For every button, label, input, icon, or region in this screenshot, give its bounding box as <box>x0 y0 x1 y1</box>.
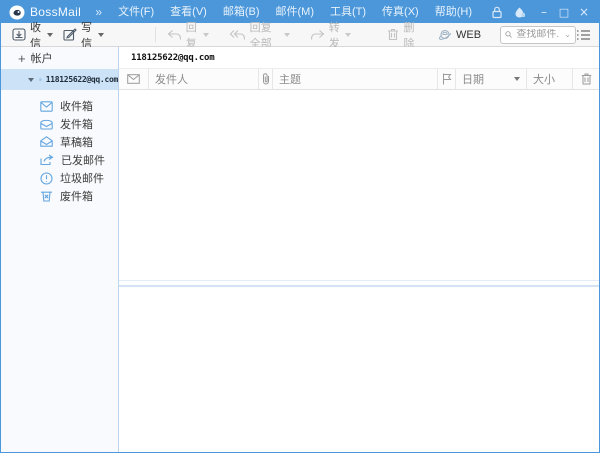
sort-caret-icon <box>514 77 520 81</box>
folder-label: 草稿箱 <box>60 134 93 150</box>
column-date[interactable]: 日期 <box>456 69 527 89</box>
column-read-status[interactable] <box>119 69 149 89</box>
current-account-bar: 118125622@qq.com <box>119 47 599 69</box>
search-input[interactable] <box>516 29 560 40</box>
bossmail-window: BossMail » 文件(F) 查看(V) 邮箱(B) 邮件(M) 工具(T)… <box>0 0 600 453</box>
message-list-header: 发件人 主题 日期 <box>119 69 599 90</box>
main-panel: 118125622@qq.com 发件人 <box>119 47 599 452</box>
pane-splitter[interactable] <box>119 280 599 287</box>
compose-dropdown-caret[interactable] <box>98 33 104 37</box>
receive-icon <box>12 28 26 41</box>
trash-column-icon <box>581 73 592 85</box>
message-list <box>119 90 599 280</box>
account-email: 118125622@qq.com <box>46 75 118 84</box>
compose-mail-button[interactable]: 写信 <box>58 24 109 46</box>
column-size[interactable]: 大小 <box>527 69 573 89</box>
forward-dropdown-caret[interactable] <box>345 33 351 37</box>
folder-label: 垃圾邮件 <box>60 170 104 186</box>
trash-mail-icon <box>40 190 53 202</box>
flag-icon <box>442 73 452 85</box>
sidebar-item-outbox[interactable]: 发件箱 <box>1 115 118 133</box>
column-attachment[interactable] <box>259 69 273 89</box>
message-preview-pane <box>119 287 599 452</box>
column-delete[interactable] <box>573 69 599 89</box>
accounts-header-label: 帐户 <box>31 50 53 66</box>
sidebar-item-sent[interactable]: 已发邮件 <box>1 151 118 169</box>
account-expand-chevron[interactable] <box>28 78 34 82</box>
forward-label: 转发 <box>329 19 341 51</box>
search-icon <box>505 29 512 40</box>
web-icon <box>438 28 452 41</box>
reply-label: 回复 <box>186 19 198 51</box>
receive-label: 收信 <box>30 19 42 51</box>
search-mail-box[interactable]: ⌄ <box>500 26 576 44</box>
lock-icon[interactable] <box>486 1 508 23</box>
sidebar-item-trash[interactable]: 废件箱 <box>1 187 118 205</box>
column-flag[interactable] <box>438 69 456 89</box>
menu-file[interactable]: 文件(F) <box>110 1 162 23</box>
compose-icon <box>63 28 77 41</box>
receive-dropdown-caret[interactable] <box>47 33 53 37</box>
reply-all-label: 回复全部 <box>250 19 279 51</box>
column-date-label: 日期 <box>462 71 484 87</box>
junk-mail-icon <box>40 172 53 185</box>
reply-dropdown-caret[interactable] <box>203 33 209 37</box>
folder-label: 废件箱 <box>60 188 93 204</box>
sidebar-item-inbox[interactable]: 收件箱 <box>1 97 118 115</box>
compose-label: 写信 <box>81 19 93 51</box>
app-title: BossMail <box>30 5 81 19</box>
search-options-chevron[interactable]: ⌄ <box>564 31 571 39</box>
maximize-button[interactable]: □ <box>554 1 574 23</box>
folder-list: 收件箱 发件箱 草稿箱 <box>1 97 118 205</box>
webmail-button[interactable]: WEB <box>433 24 486 46</box>
reply-all-icon <box>229 29 246 41</box>
forward-icon <box>310 29 325 41</box>
folder-label: 收件箱 <box>60 98 93 114</box>
menu-bar: » 文件(F) 查看(V) 邮箱(B) 邮件(M) 工具(T) 传真(X) 帮助… <box>87 1 480 23</box>
delete-icon <box>387 28 399 41</box>
column-sender[interactable]: 发件人 <box>149 69 259 89</box>
toolbar-separator <box>155 27 156 42</box>
view-options-button[interactable] <box>576 29 591 41</box>
minimize-button[interactable]: – <box>534 1 554 23</box>
column-sender-label: 发件人 <box>155 71 188 87</box>
menu-overflow-chevron[interactable]: » <box>87 5 110 19</box>
add-account-icon[interactable]: + <box>18 52 26 65</box>
bossmail-logo-icon <box>9 5 25 20</box>
theme-icon[interactable] <box>508 1 530 23</box>
forward-button[interactable]: 转发 <box>305 24 357 46</box>
menu-fax[interactable]: 传真(X) <box>374 1 427 23</box>
delete-label: 删除 <box>403 19 418 51</box>
folder-label: 已发邮件 <box>61 152 105 168</box>
receive-mail-button[interactable]: 收信 <box>7 24 58 46</box>
reply-button[interactable]: 回复 <box>162 24 214 46</box>
close-button[interactable]: × <box>574 1 594 23</box>
reply-all-button[interactable]: 回复全部 <box>224 24 295 46</box>
view-options-icon <box>576 29 591 41</box>
column-subject[interactable]: 主题 <box>273 69 438 89</box>
sent-mail-icon <box>40 154 54 166</box>
envelope-icon <box>127 74 140 84</box>
reply-icon <box>167 29 182 41</box>
delete-button[interactable]: 删除 <box>382 24 423 46</box>
inbox-mail-icon <box>40 101 53 112</box>
sidebar: + 帐户 118125622@qq.com 收件箱 <box>1 47 119 452</box>
sidebar-account-row[interactable]: 118125622@qq.com <box>1 69 118 90</box>
draft-mail-icon <box>40 136 53 148</box>
toolbar: 收信 写信 回复 回复全部 <box>1 23 599 47</box>
current-account-email: 118125622@qq.com <box>131 53 215 63</box>
column-subject-label: 主题 <box>279 71 301 87</box>
web-label: WEB <box>456 29 481 41</box>
outbox-mail-icon <box>40 119 53 130</box>
attachment-icon <box>262 73 270 85</box>
add-account-header[interactable]: + 帐户 <box>1 47 118 69</box>
sidebar-item-drafts[interactable]: 草稿箱 <box>1 133 118 151</box>
menu-help[interactable]: 帮助(H) <box>427 1 480 23</box>
reply-all-dropdown-caret[interactable] <box>284 33 290 37</box>
window-controls: – □ × <box>534 1 594 23</box>
account-icon <box>39 73 42 86</box>
folder-label: 发件箱 <box>60 116 93 132</box>
column-size-label: 大小 <box>533 71 555 87</box>
sidebar-item-junk[interactable]: 垃圾邮件 <box>1 169 118 187</box>
